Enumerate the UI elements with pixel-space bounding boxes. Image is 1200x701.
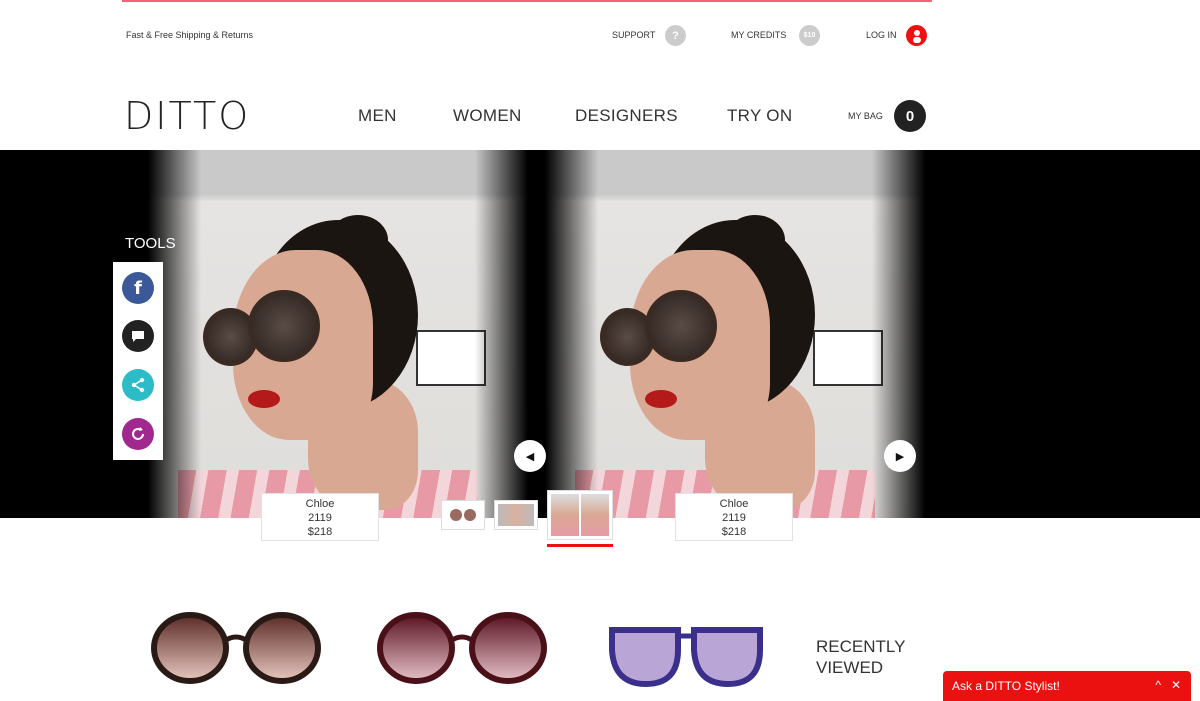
title-line: VIEWED	[816, 658, 884, 677]
title-line: RECENTLY	[816, 637, 906, 656]
recently-viewed-title: RECENTLY VIEWED	[816, 636, 905, 678]
product-brand: Chloe	[305, 498, 335, 510]
recent-item-brown-round-sunglasses[interactable]	[150, 610, 322, 690]
view-side-by-side-thumb[interactable]	[547, 490, 613, 540]
product-model: 2119	[722, 512, 746, 524]
refresh-icon[interactable]	[122, 418, 154, 450]
left-product-card[interactable]: Chloe 2119 $218	[261, 493, 379, 541]
minimize-icon[interactable]: ^	[1155, 678, 1161, 692]
close-icon[interactable]: ✕	[1171, 678, 1181, 692]
product-price: $218	[307, 526, 333, 538]
try-on-left-view	[148, 150, 528, 518]
prev-arrow-button[interactable]: ◀	[514, 440, 546, 472]
bag-count[interactable]: 0	[894, 100, 926, 132]
top-accent-line	[122, 0, 932, 2]
chat-icon[interactable]	[122, 320, 154, 352]
shipping-banner: Fast & Free Shipping & Returns	[126, 30, 254, 40]
support-link[interactable]: SUPPORT	[612, 30, 655, 40]
try-on-right-view	[545, 150, 925, 518]
active-view-indicator	[547, 544, 613, 547]
ditto-logo[interactable]: DITTO	[124, 94, 250, 138]
wall-art	[416, 330, 486, 386]
product-model: 2119	[308, 512, 332, 524]
tools-panel: f	[113, 262, 163, 460]
right-product-card[interactable]: Chloe 2119 $218	[675, 493, 793, 541]
product-price: $218	[721, 526, 747, 538]
user-icon[interactable]	[906, 25, 927, 46]
share-icon[interactable]	[122, 369, 154, 401]
my-bag-label[interactable]: MY BAG	[848, 111, 883, 121]
help-icon[interactable]: ?	[665, 25, 686, 46]
chat-label: Ask a DITTO Stylist!	[952, 679, 1060, 693]
next-arrow-button[interactable]: ▶	[884, 440, 916, 472]
nav-try-on[interactable]: TRY ON	[727, 106, 792, 126]
nav-women[interactable]: WOMEN	[453, 106, 522, 126]
recent-item-blue-cateye-sunglasses[interactable]	[608, 624, 764, 690]
facebook-icon[interactable]: f	[122, 272, 154, 304]
recent-item-burgundy-round-sunglasses[interactable]	[376, 610, 548, 690]
view-glasses-only-thumb[interactable]	[441, 500, 485, 530]
login-link[interactable]: LOG IN	[866, 30, 897, 40]
tools-title: TOOLS	[125, 235, 176, 252]
wall-art	[813, 330, 883, 386]
product-brand: Chloe	[719, 498, 749, 510]
view-single-thumb[interactable]	[494, 500, 538, 530]
credits-badge: $10	[799, 25, 820, 46]
credits-link[interactable]: MY CREDITS	[731, 30, 786, 40]
nav-men[interactable]: MEN	[358, 106, 397, 126]
try-on-viewer	[0, 150, 1200, 518]
nav-designers[interactable]: DESIGNERS	[575, 106, 678, 126]
